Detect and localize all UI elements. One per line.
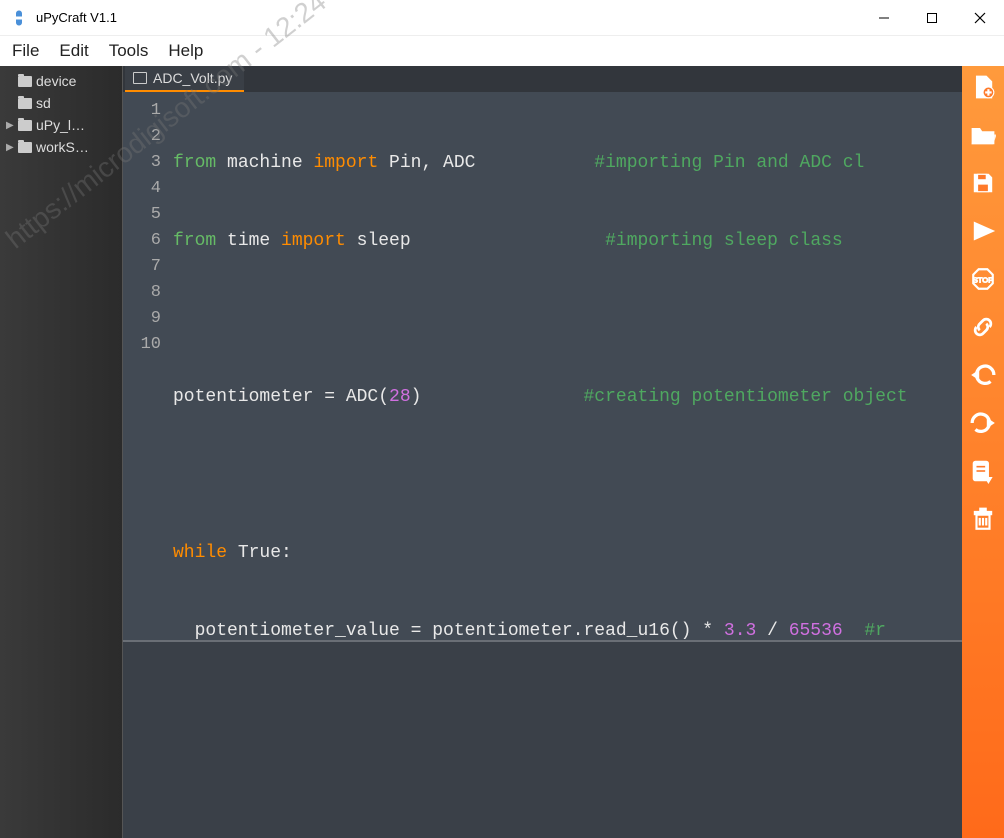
undo-button[interactable] [968, 360, 998, 390]
line-number: 3 [123, 150, 161, 176]
menu-tools[interactable]: Tools [109, 41, 149, 61]
line-number: 1 [123, 98, 161, 124]
tree-label: uPy_l… [36, 117, 85, 133]
file-tree-sidebar: device sd ▶ uPy_l… ▶ workS… [0, 66, 122, 838]
folder-icon [18, 142, 32, 153]
syntax-check-button[interactable] [968, 456, 998, 486]
expand-arrow-icon: ▶ [6, 120, 14, 131]
redo-button[interactable] [968, 408, 998, 438]
tree-item-upylib[interactable]: ▶ uPy_l… [0, 114, 122, 136]
close-button[interactable] [956, 0, 1004, 35]
menu-help[interactable]: Help [168, 41, 203, 61]
line-number: 5 [123, 202, 161, 228]
line-number: 9 [123, 306, 161, 332]
menu-edit[interactable]: Edit [59, 41, 88, 61]
menubar: File Edit Tools Help [0, 36, 1004, 66]
tree-item-workspace[interactable]: ▶ workS… [0, 136, 122, 158]
line-number: 10 [123, 332, 161, 358]
folder-icon [18, 120, 32, 131]
expand-arrow-icon: ▶ [6, 142, 14, 153]
clear-button[interactable] [968, 504, 998, 534]
maximize-button[interactable] [908, 0, 956, 35]
titlebar: uPyCraft V1.1 [0, 0, 1004, 36]
editor-area: ADC_Volt.py 1 2 3 4 5 6 7 8 9 10 from ma… [122, 66, 962, 838]
code-content[interactable]: from machine import Pin, ADC #importing … [169, 92, 962, 640]
line-number: 2 [123, 124, 161, 150]
window-title: uPyCraft V1.1 [36, 10, 860, 25]
tree-item-device[interactable]: device [0, 70, 122, 92]
line-number: 4 [123, 176, 161, 202]
tree-label: workS… [36, 139, 89, 155]
app-logo-icon [10, 9, 28, 27]
console-panel[interactable] [123, 640, 962, 838]
window-controls [860, 0, 1004, 35]
file-icon [133, 72, 147, 84]
editor-tabs: ADC_Volt.py [123, 66, 962, 92]
minimize-button[interactable] [860, 0, 908, 35]
tab-adc-volt[interactable]: ADC_Volt.py [125, 66, 244, 92]
tree-label: device [36, 73, 76, 89]
main-area: device sd ▶ uPy_l… ▶ workS… ADC_Volt.py [0, 66, 1004, 838]
svg-text:STOP: STOP [973, 275, 994, 284]
folder-icon [18, 98, 32, 109]
line-number: 8 [123, 280, 161, 306]
tree-label: sd [36, 95, 51, 111]
right-toolbar: STOP [962, 66, 1004, 838]
code-editor[interactable]: 1 2 3 4 5 6 7 8 9 10 from machine import… [123, 92, 962, 640]
download-run-button[interactable] [968, 216, 998, 246]
new-file-button[interactable] [968, 72, 998, 102]
open-file-button[interactable] [968, 120, 998, 150]
line-gutter: 1 2 3 4 5 6 7 8 9 10 [123, 92, 169, 640]
folder-icon [18, 76, 32, 87]
connect-button[interactable] [968, 312, 998, 342]
line-number: 7 [123, 254, 161, 280]
line-number: 6 [123, 228, 161, 254]
tab-label: ADC_Volt.py [153, 70, 232, 86]
menu-file[interactable]: File [12, 41, 39, 61]
save-button[interactable] [968, 168, 998, 198]
tree-item-sd[interactable]: sd [0, 92, 122, 114]
stop-button[interactable]: STOP [968, 264, 998, 294]
